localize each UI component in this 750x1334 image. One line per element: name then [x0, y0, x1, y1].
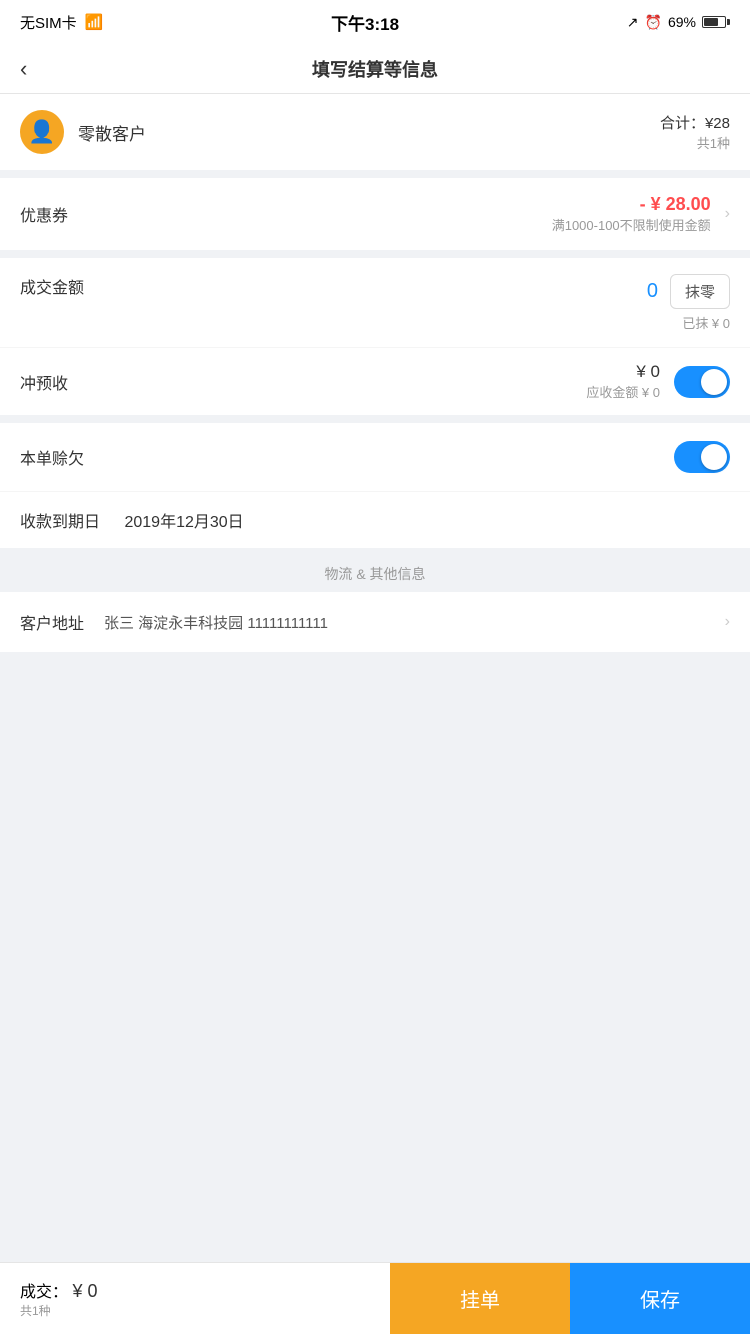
bottom-summary: 成交： ¥ 0 共1种	[0, 1278, 390, 1319]
back-button[interactable]: ‹	[20, 56, 27, 82]
customer-avatar: 👤	[20, 110, 64, 154]
coupon-discount: - ¥ 28.00	[552, 194, 711, 215]
bottom-bar: 成交： ¥ 0 共1种 挂单 保存	[0, 1262, 750, 1334]
page-title: 填写结算等信息	[312, 56, 438, 82]
round-zero-button[interactable]: 抹零	[670, 274, 730, 309]
amount-sub-row: 已抹 ¥ 0	[0, 313, 750, 347]
due-date-value: 2019年12月30日	[124, 514, 243, 531]
total-amount: 合计：¥28	[660, 112, 730, 133]
coupon-row[interactable]: 优惠券 - ¥ 28.00 满1000-100不限制使用金额 ›	[0, 178, 750, 250]
coupon-description: 满1000-100不限制使用金额	[552, 215, 711, 234]
status-left: 无SIM卡 📶	[20, 12, 103, 33]
alarm-icon: ⏰	[645, 14, 662, 31]
address-section: 客户地址 张三 海淀永丰科技园 11111111111 ›	[0, 592, 750, 652]
battery-percent: 69%	[668, 14, 696, 30]
hang-button[interactable]: 挂单	[390, 1263, 570, 1334]
address-value: 张三 海淀永丰科技园 11111111111	[104, 612, 701, 633]
logistics-label: 物流 & 其他信息	[324, 564, 425, 584]
credit-toggle[interactable]	[674, 441, 730, 473]
status-right: ↗ ⏰ 69%	[627, 14, 730, 31]
customer-total: 合计：¥28 共1种	[660, 112, 730, 152]
save-button[interactable]: 保存	[570, 1263, 750, 1334]
advance-label: 冲预收	[20, 370, 100, 394]
location-icon: ↗	[627, 14, 639, 31]
advance-row: 冲预收 ¥ 0 应收金额 ¥ 0	[0, 347, 750, 415]
total-count: 共1种	[660, 133, 730, 152]
status-time: 下午3:18	[331, 10, 399, 35]
content: 👤 零散客户 合计：¥28 共1种 优惠券 - ¥ 28.00 满1000-10…	[0, 94, 750, 940]
amount-section: 成交金额 0 抹零 已抹 ¥ 0 冲预收 ¥ 0 应收金额 ¥ 0	[0, 258, 750, 415]
coupon-label: 优惠券	[20, 202, 100, 226]
advance-amount: ¥ 0	[586, 362, 660, 382]
logistics-divider: 物流 & 其他信息	[0, 556, 750, 592]
due-date-label: 收款到期日	[20, 514, 100, 531]
due-date-row: 收款到期日 2019年12月30日	[0, 491, 750, 548]
advance-right: ¥ 0 应收金额 ¥ 0	[586, 362, 730, 401]
bottom-deal-label: 成交：	[20, 1284, 68, 1301]
empty-space	[0, 660, 750, 860]
customer-section: 👤 零散客户 合计：¥28 共1种	[0, 94, 750, 170]
address-chevron-icon: ›	[725, 613, 730, 631]
credit-section: 本单赊欠 收款到期日 2019年12月30日	[0, 423, 750, 548]
advance-receivable: 应收金额 ¥ 0	[586, 382, 660, 401]
amount-value[interactable]: 0	[647, 280, 658, 303]
chevron-right-icon: ›	[725, 205, 730, 223]
customer-name: 零散客户	[78, 120, 146, 145]
credit-label: 本单赊欠	[20, 445, 84, 469]
credit-row: 本单赊欠	[0, 423, 750, 491]
bottom-count: 共1种	[20, 1302, 370, 1319]
signal-text: 无SIM卡	[20, 12, 77, 33]
coupon-right: - ¥ 28.00 满1000-100不限制使用金额 ›	[100, 194, 730, 234]
customer-info: 👤 零散客户	[20, 110, 146, 154]
bottom-deal-amount: ¥ 0	[72, 1281, 97, 1301]
battery-icon	[702, 16, 730, 28]
advance-toggle[interactable]	[674, 366, 730, 398]
amount-row: 成交金额 0 抹零	[0, 258, 750, 313]
wifi-icon: 📶	[85, 13, 104, 31]
status-bar: 无SIM卡 📶 下午3:18 ↗ ⏰ 69%	[0, 0, 750, 44]
bottom-deal-line: 成交： ¥ 0	[20, 1278, 370, 1302]
address-row[interactable]: 客户地址 张三 海淀永丰科技园 11111111111 ›	[0, 592, 750, 652]
address-label: 客户地址	[20, 610, 84, 634]
coupon-section: 优惠券 - ¥ 28.00 满1000-100不限制使用金额 ›	[0, 178, 750, 250]
amount-sub-label: 已抹 ¥ 0	[682, 316, 730, 331]
advance-amounts: ¥ 0 应收金额 ¥ 0	[586, 362, 660, 401]
amount-label: 成交金额	[20, 274, 100, 298]
coupon-info: - ¥ 28.00 满1000-100不限制使用金额	[552, 194, 711, 234]
amount-controls: 0 抹零	[647, 274, 730, 309]
nav-bar: ‹ 填写结算等信息	[0, 44, 750, 94]
